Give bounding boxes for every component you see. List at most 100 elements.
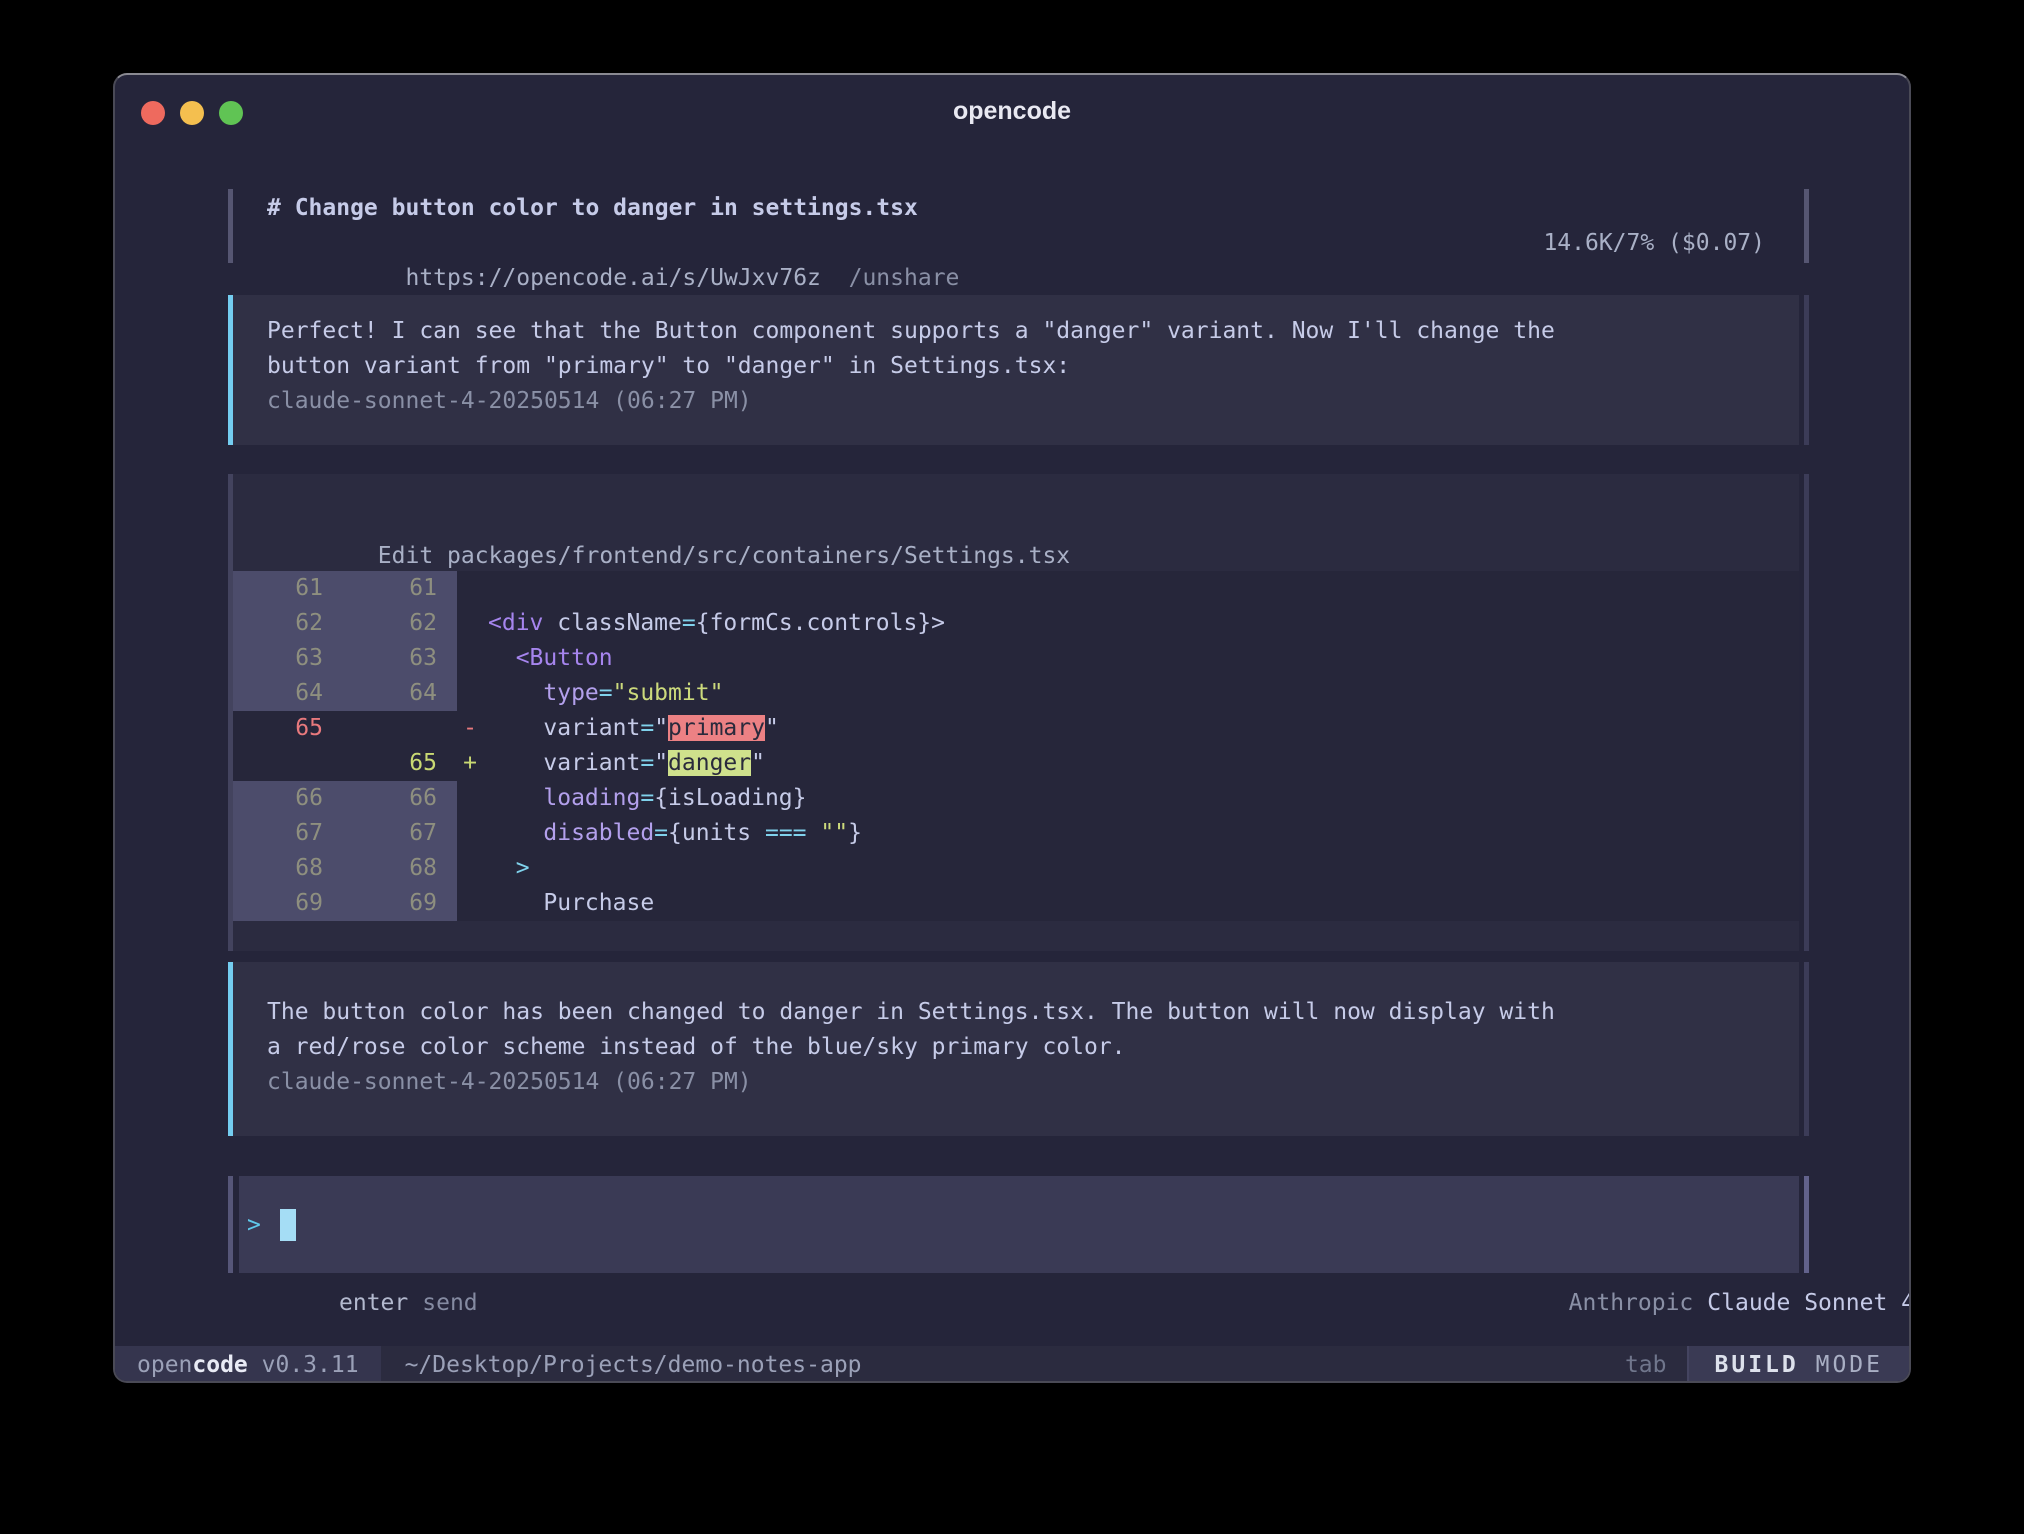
diff-row: 6161	[233, 571, 1799, 606]
diff-row: 65 - variant="primary"	[233, 711, 1799, 746]
edit-file-path: packages/frontend/src/containers/Setting…	[447, 543, 1070, 569]
diff-code-line	[483, 571, 488, 606]
model-label: Claude Sonnet 4	[1707, 1290, 1911, 1316]
enter-key-hint: enter	[339, 1290, 408, 1316]
diff-marker	[457, 851, 483, 886]
diff-code-line: >	[483, 851, 530, 886]
message-right-border	[1804, 295, 1809, 445]
diff-row: 6666 loading={isLoading}	[233, 781, 1799, 816]
diff-row: 6464 type="submit"	[233, 676, 1799, 711]
provider-label: Anthropic	[1569, 1290, 1694, 1316]
line-number-new: 65	[323, 746, 437, 781]
mode-suffix: MODE	[1799, 1352, 1883, 1378]
session-header: # Change button color to danger in setti…	[228, 189, 1809, 263]
app-name-code: code	[192, 1352, 247, 1378]
app-name-open: open	[137, 1352, 192, 1378]
diff-gutter: 6363	[233, 641, 457, 676]
diff-code-line: loading={isLoading}	[483, 781, 807, 816]
assistant-message: The button color has been changed to dan…	[228, 962, 1809, 1136]
mode-name: BUILD	[1715, 1352, 1799, 1378]
diff-marker	[457, 676, 483, 711]
diff-row: 65 + variant="danger"	[233, 746, 1799, 781]
app-version-segment: opencode v0.3.11	[115, 1346, 381, 1383]
mode-indicator[interactable]: BUILD MODE	[1689, 1346, 1910, 1383]
diff-row: 6363 <Button	[233, 641, 1799, 676]
diff-row: 6868 >	[233, 851, 1799, 886]
line-number-new: 68	[323, 851, 437, 886]
edit-action-label: Edit	[378, 543, 433, 569]
message-text-line: button variant from "primary" to "danger…	[267, 349, 1765, 384]
status-bar: opencode v0.3.11 ~/Desktop/Projects/demo…	[115, 1346, 1909, 1383]
send-action-hint: send	[422, 1290, 477, 1316]
title-bar: opencode	[115, 75, 1909, 141]
message-meta: claude-sonnet-4-20250514 (06:27 PM)	[267, 384, 1765, 419]
diff-gutter: 6767	[233, 816, 457, 851]
message-right-border	[1804, 962, 1809, 1136]
diff-gutter: 6666	[233, 781, 457, 816]
diff-gutter: 6868	[233, 851, 457, 886]
diff-gutter: 6969	[233, 886, 457, 921]
diff-gutter: 6464	[233, 676, 457, 711]
diff-gutter: 65	[233, 746, 457, 781]
diff-gutter: 6161	[233, 571, 457, 606]
code-diff: 61616262 <div className={formCs.controls}…	[233, 571, 1799, 921]
diff-row: 6969 Purchase	[233, 886, 1799, 921]
line-number-new: 67	[323, 816, 437, 851]
unshare-command: /unshare	[849, 265, 960, 291]
message-meta: claude-sonnet-4-20250514 (06:27 PM)	[267, 1065, 1765, 1100]
diff-row: 6767 disabled={units === ""}	[233, 816, 1799, 851]
input-left-border	[228, 1176, 233, 1273]
line-number-old: 69	[233, 886, 323, 921]
tab-key-hint: tab	[1625, 1346, 1687, 1383]
input-right-border	[1804, 1176, 1809, 1273]
diff-marker	[457, 571, 483, 606]
text-cursor	[280, 1209, 296, 1241]
line-number-new: 69	[323, 886, 437, 921]
diff-marker	[457, 641, 483, 676]
line-number-old: 61	[233, 571, 323, 606]
edit-file-header: Edit packages/frontend/src/containers/Se…	[233, 504, 1799, 539]
window-title: opencode	[115, 97, 1909, 126]
line-number-old: 68	[233, 851, 323, 886]
line-number-new: 62	[323, 606, 437, 641]
line-number-old: 62	[233, 606, 323, 641]
diff-code-line: variant="primary"	[483, 711, 779, 746]
hint-row: enter send Anthropic Claude Sonnet 4	[228, 1285, 1911, 1321]
message-text-line: a red/rose color scheme instead of the b…	[267, 1030, 1765, 1065]
line-number-old	[233, 746, 323, 781]
diff-marker: -	[457, 711, 483, 746]
opencode-window: opencode # Change button color to danger…	[113, 73, 1911, 1383]
diff-marker	[457, 816, 483, 851]
line-number-new: 61	[323, 571, 437, 606]
diff-code-line: Purchase	[483, 886, 654, 921]
edit-tool-panel: Edit packages/frontend/src/containers/Se…	[228, 474, 1809, 951]
diff-row: 6262 <div className={formCs.controls}>	[233, 606, 1799, 641]
diff-code-line: <div className={formCs.controls}>	[483, 606, 945, 641]
diff-marker	[457, 606, 483, 641]
line-number-new	[323, 711, 437, 746]
session-title: # Change button color to danger in setti…	[267, 191, 1765, 226]
share-url[interactable]: https://opencode.ai/s/UwJxv76z	[405, 265, 820, 291]
app-version: v0.3.11	[248, 1352, 359, 1378]
line-number-new: 64	[323, 676, 437, 711]
edit-right-border	[1804, 474, 1809, 951]
message-text-line: The button color has been changed to dan…	[267, 995, 1765, 1030]
diff-code-line: disabled={units === ""}	[483, 816, 862, 851]
diff-code-line: variant="danger"	[483, 746, 765, 781]
prompt-input[interactable]: >	[228, 1176, 1809, 1273]
working-directory: ~/Desktop/Projects/demo-notes-app	[405, 1346, 862, 1383]
diff-marker: +	[457, 746, 483, 781]
token-usage-stats: 14.6K/7% ($0.07)	[1543, 226, 1765, 261]
diff-marker	[457, 781, 483, 816]
diff-code-line: <Button	[483, 641, 613, 676]
line-number-old: 67	[233, 816, 323, 851]
message-text-line: Perfect! I can see that the Button compo…	[267, 314, 1765, 349]
header-right-border	[1804, 189, 1809, 263]
line-number-old: 66	[233, 781, 323, 816]
diff-gutter: 6262	[233, 606, 457, 641]
line-number-old: 63	[233, 641, 323, 676]
line-number-old: 65	[233, 711, 323, 746]
diff-gutter: 65	[233, 711, 457, 746]
diff-marker	[457, 886, 483, 921]
prompt-symbol: >	[247, 1212, 261, 1238]
